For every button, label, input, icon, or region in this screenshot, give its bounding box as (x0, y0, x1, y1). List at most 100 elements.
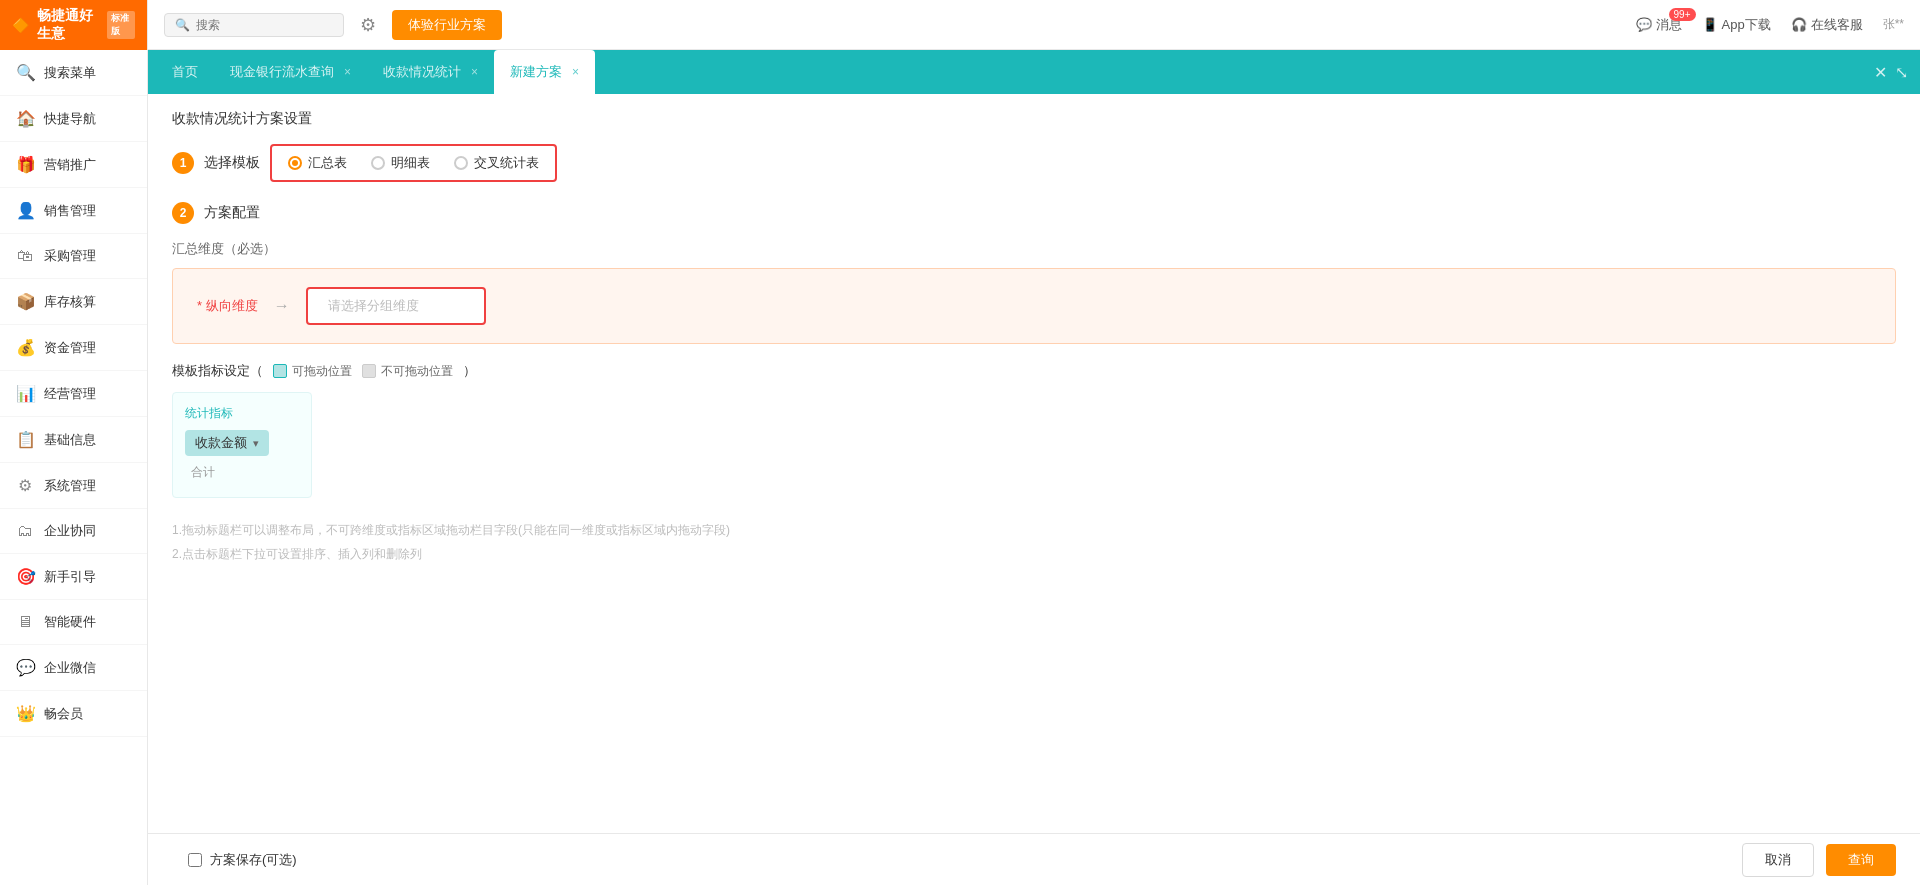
legend-draggable: 可拖动位置 (273, 363, 352, 380)
dimension-row: * 纵向维度 → 请选择分组维度 (197, 287, 1871, 325)
content-inner: 收款情况统计方案设置 1 选择模板 汇总表 明细表 (148, 94, 1920, 885)
tab-bank-flow[interactable]: 现金银行流水查询 × (214, 50, 367, 94)
indicator-tag-receipt[interactable]: 收款金额 ▾ (185, 430, 269, 456)
username-label: 张** (1883, 16, 1904, 33)
save-label: 方案保存(可选) (210, 851, 297, 869)
sidebar: 🔶 畅捷通好生意 标准版 🔍 搜索菜单 🏠 快捷导航 🎁 营销推广 👤 销售管理… (0, 0, 148, 885)
sidebar-item-purchase[interactable]: 🛍 采购管理 (0, 234, 147, 279)
sidebar-item-label: 搜索菜单 (44, 64, 96, 82)
sidebar-item-enterprise[interactable]: 🗂 企业协同 (0, 509, 147, 554)
sidebar-item-label: 基础信息 (44, 431, 96, 449)
radio-cross-circle (454, 156, 468, 170)
app-download-link[interactable]: 📱 App下载 (1702, 16, 1771, 34)
try-industry-button[interactable]: 体验行业方案 (392, 10, 502, 40)
sidebar-item-hardware[interactable]: 🖥 智能硬件 (0, 600, 147, 645)
legend-nondraggable-label: 不可拖动位置 (381, 363, 453, 380)
tab-home[interactable]: 首页 (156, 50, 214, 94)
indicator-label-text: 模板指标设定（ (172, 362, 263, 380)
basic-info-icon: 📋 (16, 430, 34, 449)
save-section: 方案保存(可选) (188, 851, 297, 869)
close-tab-icon[interactable]: ✕ (1874, 63, 1887, 82)
sidebar-item-sales[interactable]: 👤 销售管理 (0, 188, 147, 234)
sidebar-item-label: 企业协同 (44, 522, 96, 540)
sidebar-logo: 🔶 畅捷通好生意 标准版 (0, 0, 147, 50)
message-icon: 💬 (1636, 17, 1652, 32)
legend-close-paren: ） (463, 362, 476, 380)
search-menu-icon: 🔍 (16, 63, 34, 82)
config-section: 汇总维度（必选） * 纵向维度 → 请选择分组维度 模板指标设定（ (172, 240, 1896, 566)
sidebar-item-label: 新手引导 (44, 568, 96, 586)
radio-summary[interactable]: 汇总表 (288, 154, 347, 172)
header-right: 💬 消息 99+ 📱 App下载 🎧 在线客服 张** (1636, 16, 1904, 34)
app-icon: 📱 (1702, 17, 1718, 32)
sidebar-item-finance[interactable]: 💰 资金管理 (0, 325, 147, 371)
marketing-icon: 🎁 (16, 155, 34, 174)
indicator-section: 模板指标设定（ 可拖动位置 不可拖动位置 ） (172, 362, 1896, 498)
radio-cross[interactable]: 交叉统计表 (454, 154, 539, 172)
radio-detail-circle (371, 156, 385, 170)
sidebar-item-label: 库存核算 (44, 293, 96, 311)
sidebar-item-guide[interactable]: 🎯 新手引导 (0, 554, 147, 600)
page-title: 收款情况统计方案设置 (172, 110, 1896, 128)
tab-bar: 首页 现金银行流水查询 × 收款情况统计 × 新建方案 × ✕ ⤡ (148, 50, 1920, 94)
top-header: 🔍 ⚙ 体验行业方案 💬 消息 99+ 📱 App下载 🎧 在线客服 张** (148, 0, 1920, 50)
dimension-select[interactable]: 请选择分组维度 (306, 287, 486, 325)
indicator-settings-label: 模板指标设定（ 可拖动位置 不可拖动位置 ） (172, 362, 1896, 380)
sidebar-item-marketing[interactable]: 🎁 营销推广 (0, 142, 147, 188)
sidebar-item-wechat[interactable]: 💬 企业微信 (0, 645, 147, 691)
sidebar-item-quick-nav[interactable]: 🏠 快捷导航 (0, 96, 147, 142)
system-icon: ⚙ (16, 476, 34, 495)
sidebar-item-operation[interactable]: 📊 经营管理 (0, 371, 147, 417)
save-checkbox[interactable] (188, 853, 202, 867)
indicator-sub-label: 合计 (185, 460, 299, 485)
radio-detail[interactable]: 明细表 (371, 154, 430, 172)
online-service-link[interactable]: 🎧 在线客服 (1791, 16, 1863, 34)
search-icon: 🔍 (175, 18, 190, 32)
purchase-icon: 🛍 (16, 247, 34, 265)
query-button[interactable]: 查询 (1826, 844, 1896, 876)
sidebar-item-label: 畅会员 (44, 705, 83, 723)
dimension-area: * 纵向维度 → 请选择分组维度 (172, 268, 1896, 344)
indicator-area: 统计指标 收款金额 ▾ 合计 (172, 392, 312, 498)
sidebar-item-system[interactable]: ⚙ 系统管理 (0, 463, 147, 509)
cancel-button[interactable]: 取消 (1742, 843, 1814, 877)
sidebar-item-label: 快捷导航 (44, 110, 96, 128)
sidebar-item-member[interactable]: 👑 畅会员 (0, 691, 147, 737)
tab-new-plan-label: 新建方案 (510, 63, 562, 81)
member-icon: 👑 (16, 704, 34, 723)
sidebar-item-label: 经营管理 (44, 385, 96, 403)
tab-receipt-stat-label: 收款情况统计 (383, 63, 461, 81)
sidebar-item-label: 采购管理 (44, 247, 96, 265)
quick-nav-icon: 🏠 (16, 109, 34, 128)
sidebar-item-basic-info[interactable]: 📋 基础信息 (0, 417, 147, 463)
search-input[interactable] (196, 18, 326, 32)
step2-number: 2 (172, 202, 194, 224)
dimension-arrow-icon: → (274, 297, 290, 315)
logo-icon: 🔶 (12, 17, 29, 33)
tab-new-plan-close[interactable]: × (572, 65, 579, 79)
finance-icon: 💰 (16, 338, 34, 357)
expand-tab-icon[interactable]: ⤡ (1895, 63, 1908, 82)
online-service-label: 在线客服 (1811, 16, 1863, 34)
message-count-badge: 99+ (1669, 8, 1696, 21)
tab-receipt-stat[interactable]: 收款情况统计 × (367, 50, 494, 94)
sidebar-item-inventory[interactable]: 📦 库存核算 (0, 279, 147, 325)
tag-dropdown-icon: ▾ (253, 437, 259, 450)
tab-new-plan[interactable]: 新建方案 × (494, 50, 595, 94)
radio-summary-label: 汇总表 (308, 154, 347, 172)
settings-icon[interactable]: ⚙ (360, 14, 376, 36)
sidebar-item-search-menu[interactable]: 🔍 搜索菜单 (0, 50, 147, 96)
indicator-area-label: 统计指标 (185, 405, 299, 422)
main-area: 🔍 ⚙ 体验行业方案 💬 消息 99+ 📱 App下载 🎧 在线客服 张** 首… (148, 0, 1920, 885)
guide-icon: 🎯 (16, 567, 34, 586)
step1-title: 选择模板 (204, 154, 260, 172)
indicator-tag-label: 收款金额 (195, 434, 247, 452)
content-area: 收款情况统计方案设置 1 选择模板 汇总表 明细表 (148, 94, 1920, 885)
message-button[interactable]: 💬 消息 99+ (1636, 16, 1682, 34)
tab-bank-flow-close[interactable]: × (344, 65, 351, 79)
search-box[interactable]: 🔍 (164, 13, 344, 37)
tab-receipt-stat-close[interactable]: × (471, 65, 478, 79)
tab-home-label: 首页 (172, 63, 198, 81)
sidebar-item-label: 销售管理 (44, 202, 96, 220)
wechat-icon: 💬 (16, 658, 34, 677)
